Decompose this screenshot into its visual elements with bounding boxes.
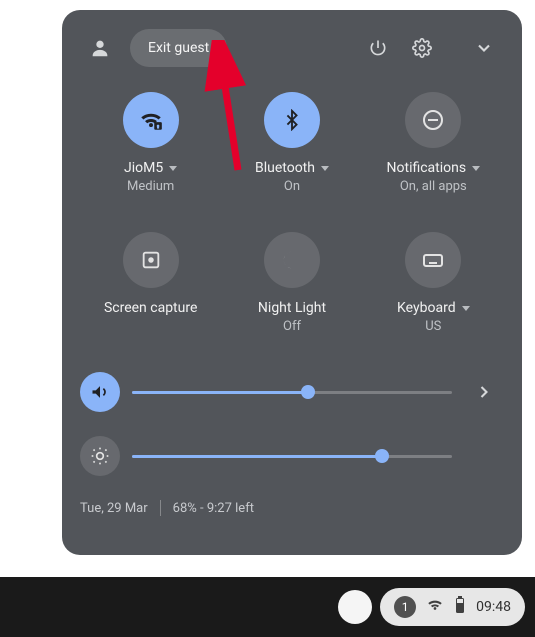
tiles-grid: JioM5 Medium Bluetooth On Notifications … bbox=[80, 92, 504, 334]
tile-label: Screen capture bbox=[104, 300, 197, 316]
tile-wifi[interactable]: JioM5 Medium bbox=[80, 92, 221, 194]
footer-battery: 68% - 9:27 left bbox=[173, 501, 254, 516]
tile-bluetooth[interactable]: Bluetooth On bbox=[221, 92, 362, 194]
tile-sublabel: Medium bbox=[127, 179, 174, 194]
tile-night-light[interactable]: Night Light Off bbox=[221, 232, 362, 334]
bluetooth-icon bbox=[264, 92, 320, 148]
tile-screen-capture[interactable]: Screen capture bbox=[80, 232, 221, 334]
brightness-slider[interactable] bbox=[132, 448, 452, 464]
tile-keyboard[interactable]: Keyboard US bbox=[363, 232, 504, 334]
screen-capture-icon bbox=[123, 232, 179, 288]
separator bbox=[160, 500, 161, 516]
tile-label: Keyboard bbox=[397, 300, 456, 316]
panel-footer: Tue, 29 Mar 68% - 9:27 left bbox=[80, 500, 504, 516]
collapse-chevron-down-icon[interactable] bbox=[464, 28, 504, 68]
taskbar: 1 09:48 bbox=[0, 577, 535, 637]
volume-row bbox=[80, 372, 504, 412]
tile-label: Notifications bbox=[387, 160, 467, 176]
wifi-icon bbox=[123, 92, 179, 148]
brightness-icon[interactable] bbox=[80, 436, 120, 476]
status-tray[interactable]: 1 09:48 bbox=[380, 588, 525, 626]
tile-notifications[interactable]: Notifications On, all apps bbox=[363, 92, 504, 194]
tile-label: Bluetooth bbox=[255, 160, 315, 176]
tile-sublabel: On, all apps bbox=[400, 179, 467, 194]
user-avatar-icon[interactable] bbox=[80, 28, 120, 68]
footer-date: Tue, 29 Mar bbox=[80, 501, 148, 516]
taskbar-time: 09:48 bbox=[476, 599, 511, 615]
sliders bbox=[80, 372, 504, 476]
quick-settings-panel: Exit guest JioM5 Medium Bluetooth On bbox=[62, 10, 522, 555]
volume-slider[interactable] bbox=[132, 384, 452, 400]
tile-label: JioM5 bbox=[124, 160, 163, 176]
power-icon[interactable] bbox=[358, 28, 398, 68]
keyboard-icon bbox=[405, 232, 461, 288]
tile-sublabel: US bbox=[425, 319, 441, 334]
gear-icon[interactable] bbox=[402, 28, 442, 68]
tile-sublabel: On bbox=[284, 179, 300, 194]
panel-header: Exit guest bbox=[80, 28, 504, 68]
tile-sublabel: Off bbox=[283, 319, 301, 334]
battery-status-icon bbox=[454, 596, 466, 618]
brightness-row bbox=[80, 436, 504, 476]
audio-settings-chevron-right-icon[interactable] bbox=[464, 372, 504, 412]
wifi-status-icon bbox=[426, 596, 444, 618]
night-light-icon bbox=[264, 232, 320, 288]
tile-label: Night Light bbox=[258, 300, 326, 316]
do-not-disturb-icon bbox=[405, 92, 461, 148]
notification-count-badge: 1 bbox=[394, 596, 416, 618]
taskbar-app-icon[interactable] bbox=[338, 590, 372, 624]
exit-guest-button[interactable]: Exit guest bbox=[130, 29, 227, 67]
volume-icon[interactable] bbox=[80, 372, 120, 412]
